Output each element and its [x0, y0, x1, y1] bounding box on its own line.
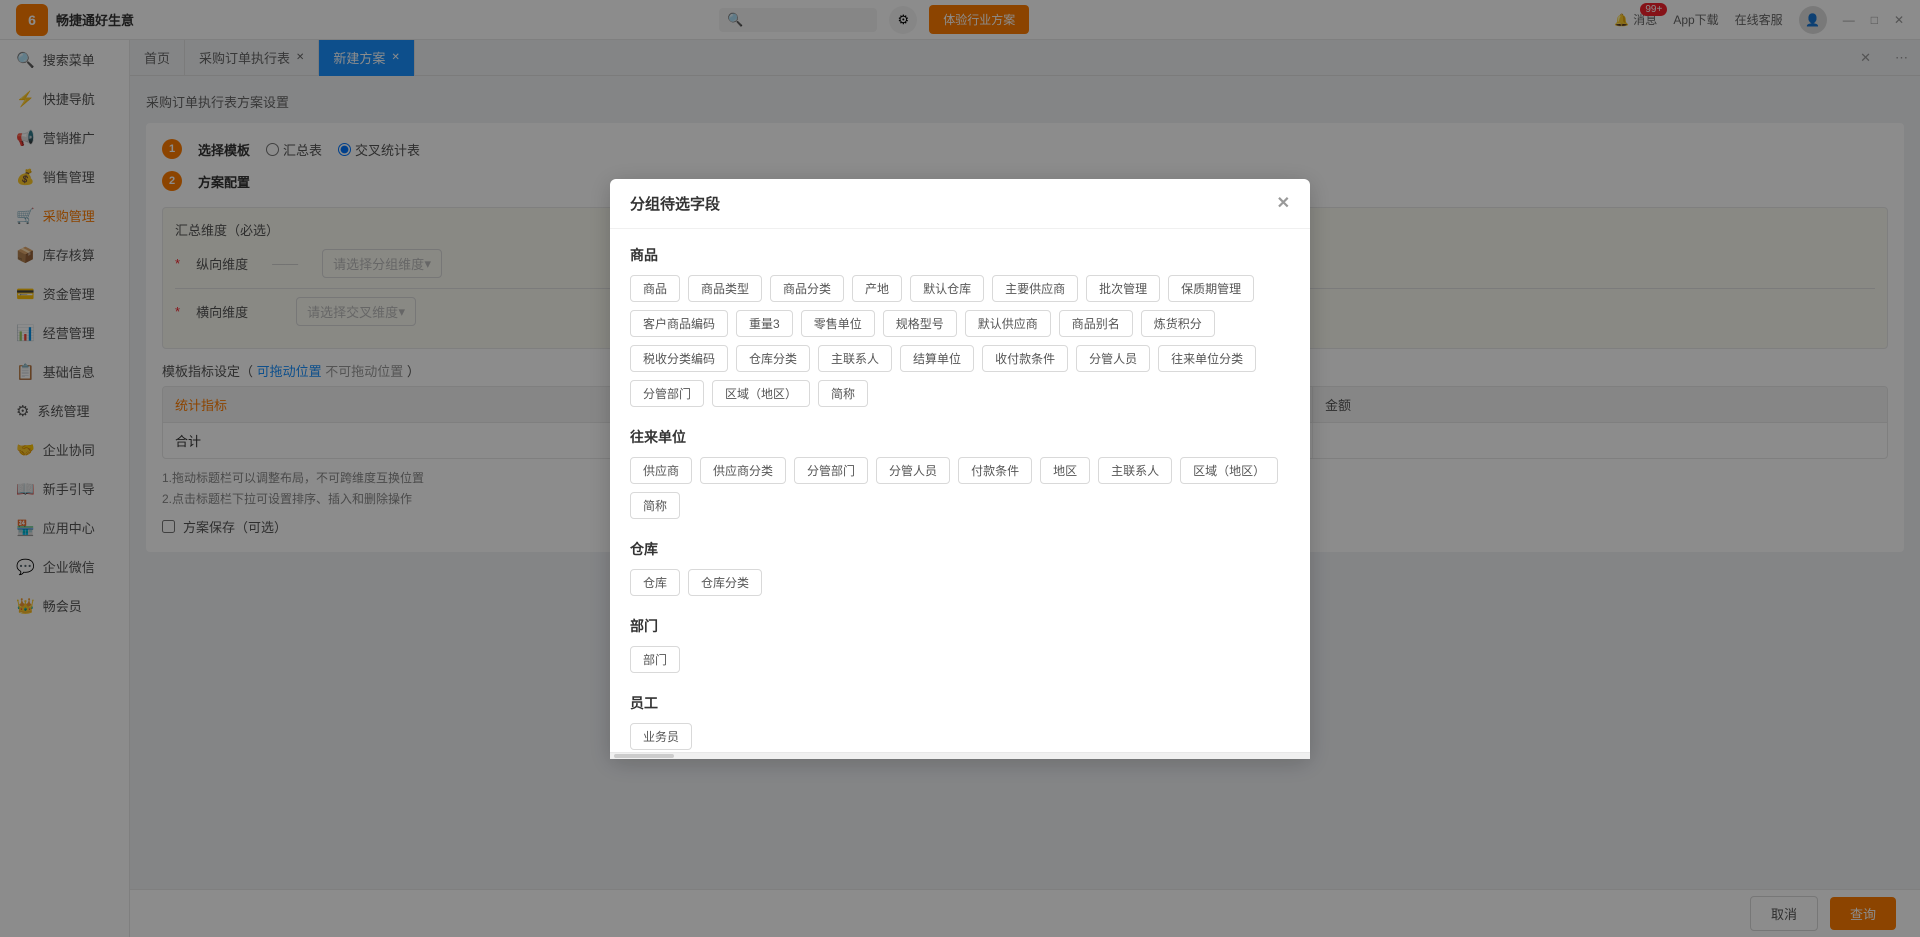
field-tag[interactable]: 主联系人 — [818, 345, 892, 372]
field-group-product: 商品 商品 商品类型 商品分类 产地 默认仓库 主要供应商 批次管理 保质期管理… — [630, 245, 1290, 407]
field-tag[interactable]: 商品 — [630, 275, 680, 302]
field-tag[interactable]: 主联系人 — [1098, 457, 1172, 484]
field-selection-modal: 分组待选字段 ✕ 商品 商品 商品类型 商品分类 产地 默认仓库 主要供应商 批… — [610, 179, 1310, 759]
field-tag[interactable]: 重量3 — [736, 310, 793, 337]
field-tag[interactable]: 仓库 — [630, 569, 680, 596]
field-tag[interactable]: 区域（地区） — [1180, 457, 1278, 484]
field-group-counterparty: 往来单位 供应商 供应商分类 分管部门 分管人员 付款条件 地区 主联系人 区域… — [630, 427, 1290, 519]
field-tag[interactable]: 商品分类 — [770, 275, 844, 302]
field-tag[interactable]: 业务员 — [630, 723, 692, 750]
field-tag[interactable]: 保质期管理 — [1168, 275, 1254, 302]
field-tag[interactable]: 商品类型 — [688, 275, 762, 302]
field-tag[interactable]: 简称 — [818, 380, 868, 407]
field-tag[interactable]: 默认供应商 — [965, 310, 1051, 337]
field-tag[interactable]: 分管人员 — [876, 457, 950, 484]
field-tag[interactable]: 产地 — [852, 275, 902, 302]
modal-body[interactable]: 商品 商品 商品类型 商品分类 产地 默认仓库 主要供应商 批次管理 保质期管理… — [610, 229, 1310, 753]
field-group-staff: 员工 业务员 — [630, 693, 1290, 750]
hscroll-thumb[interactable] — [614, 754, 674, 758]
product-field-tags: 商品 商品类型 商品分类 产地 默认仓库 主要供应商 批次管理 保质期管理 客户… — [630, 275, 1290, 407]
counterparty-field-tags: 供应商 供应商分类 分管部门 分管人员 付款条件 地区 主联系人 区域（地区） … — [630, 457, 1290, 519]
modal-header: 分组待选字段 ✕ — [610, 179, 1310, 229]
department-field-tags: 部门 — [630, 646, 1290, 673]
field-tag[interactable]: 分管部门 — [794, 457, 868, 484]
field-tag[interactable]: 收付款条件 — [982, 345, 1068, 372]
field-tag[interactable]: 零售单位 — [801, 310, 875, 337]
staff-field-tags: 业务员 — [630, 723, 1290, 750]
modal-close-button[interactable]: ✕ — [1277, 193, 1290, 213]
field-tag[interactable]: 区域（地区） — [712, 380, 810, 407]
field-tag[interactable]: 付款条件 — [958, 457, 1032, 484]
field-tag[interactable]: 往来单位分类 — [1158, 345, 1256, 372]
field-tag[interactable]: 结算单位 — [900, 345, 974, 372]
field-tag[interactable]: 仓库分类 — [688, 569, 762, 596]
field-tag[interactable]: 炼货积分 — [1141, 310, 1215, 337]
modal-title: 分组待选字段 — [630, 193, 720, 214]
field-tag[interactable]: 简称 — [630, 492, 680, 519]
field-tag[interactable]: 部门 — [630, 646, 680, 673]
field-tag[interactable]: 分管人员 — [1076, 345, 1150, 372]
field-tag[interactable]: 批次管理 — [1086, 275, 1160, 302]
field-tag[interactable]: 分管部门 — [630, 380, 704, 407]
field-tag[interactable]: 仓库分类 — [736, 345, 810, 372]
field-tag[interactable]: 主要供应商 — [992, 275, 1078, 302]
field-tag[interactable]: 默认仓库 — [910, 275, 984, 302]
field-group-title-warehouse: 仓库 — [630, 539, 1290, 559]
field-group-title-staff: 员工 — [630, 693, 1290, 713]
field-tag[interactable]: 供应商分类 — [700, 457, 786, 484]
field-tag[interactable]: 商品别名 — [1059, 310, 1133, 337]
field-group-title-counterparty: 往来单位 — [630, 427, 1290, 447]
field-group-warehouse: 仓库 仓库 仓库分类 — [630, 539, 1290, 596]
field-group-department: 部门 部门 — [630, 616, 1290, 673]
field-tag[interactable]: 地区 — [1040, 457, 1090, 484]
modal-overlay: 分组待选字段 ✕ 商品 商品 商品类型 商品分类 产地 默认仓库 主要供应商 批… — [0, 0, 1920, 937]
field-group-title-product: 商品 — [630, 245, 1290, 265]
field-tag[interactable]: 客户商品编码 — [630, 310, 728, 337]
field-tag[interactable]: 税收分类编码 — [630, 345, 728, 372]
field-tag[interactable]: 供应商 — [630, 457, 692, 484]
modal-hscrollbar[interactable] — [610, 752, 1310, 758]
warehouse-field-tags: 仓库 仓库分类 — [630, 569, 1290, 596]
field-group-title-department: 部门 — [630, 616, 1290, 636]
field-tag[interactable]: 规格型号 — [883, 310, 957, 337]
